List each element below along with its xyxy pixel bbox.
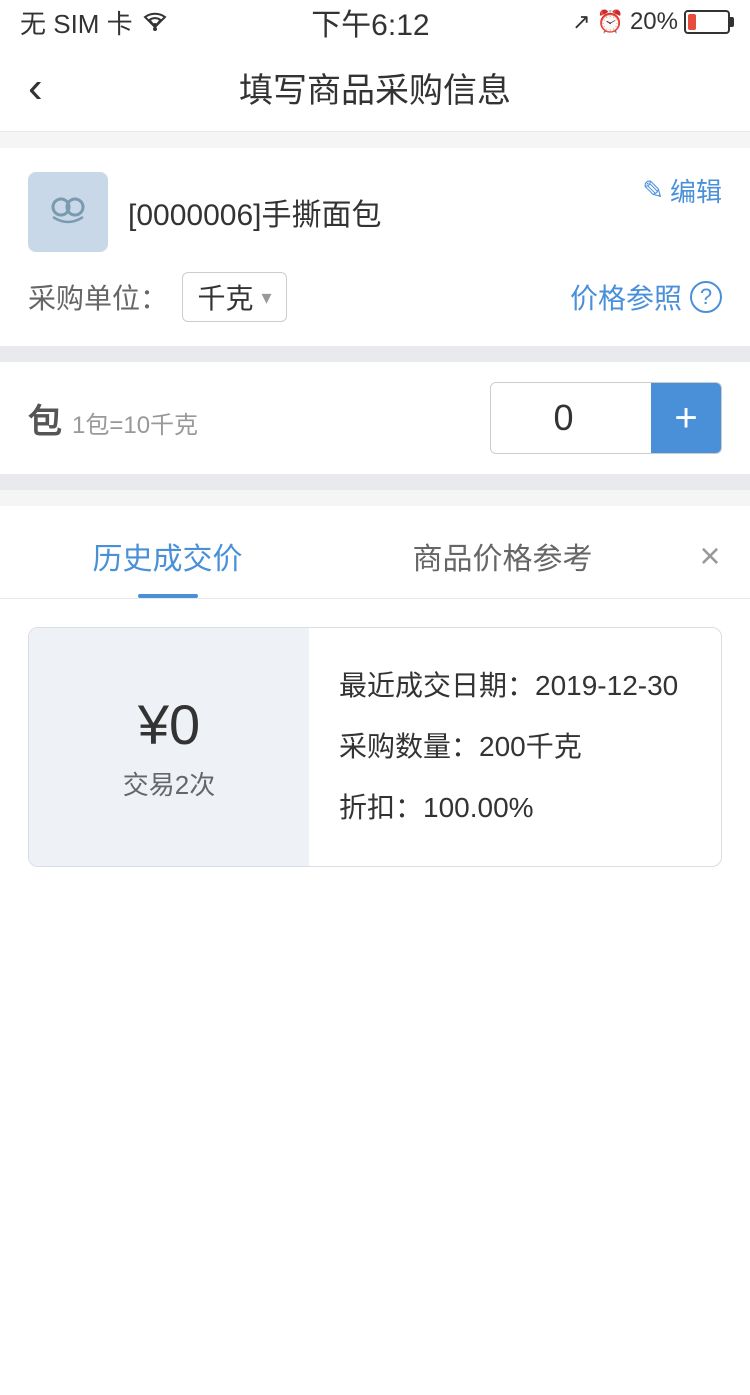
product-header: [0000006]手撕面包 ✎ 编辑 xyxy=(28,172,722,252)
price-ref-button[interactable]: 价格参照 ? xyxy=(570,277,722,317)
status-right: ↗ ⏰ 20% xyxy=(572,8,730,36)
quantity-row: 包 1包=10千克 + xyxy=(0,362,750,474)
price-card-right: 最近成交日期：2019-12-30 采购数量：200千克 折扣：100.00% xyxy=(309,628,721,866)
unit-select[interactable]: 千克 ▾ xyxy=(182,272,286,322)
price-detail-discount: 折扣：100.00% xyxy=(339,786,691,831)
status-time: 下午6:12 xyxy=(311,0,429,44)
quantity-input[interactable] xyxy=(491,383,651,453)
quantity-plus-button[interactable]: + xyxy=(651,383,721,453)
price-ref-label: 价格参照 xyxy=(570,277,682,317)
price-trades: 交易2次 xyxy=(123,765,215,802)
date-label: 最近成交日期： xyxy=(339,670,535,701)
tab-product-price-ref[interactable]: 商品价格参考 xyxy=(335,506,670,598)
plus-icon: + xyxy=(674,396,697,441)
close-icon: × xyxy=(699,535,720,576)
qty-label: 采购数量： xyxy=(339,731,479,762)
date-value: 2019-12-30 xyxy=(535,670,678,701)
battery-icon xyxy=(684,10,730,34)
edit-label: 编辑 xyxy=(670,172,722,209)
quantity-unit-main: 包 xyxy=(28,394,62,443)
tab-history-price[interactable]: 历史成交价 xyxy=(0,506,335,598)
sim-status: 无 SIM 卡 xyxy=(20,4,133,41)
tab-close-button[interactable]: × xyxy=(670,507,750,597)
tab-history-label: 历史成交价 xyxy=(93,543,243,576)
section-divider xyxy=(0,346,750,362)
nav-bar: ‹ 填写商品采购信息 xyxy=(0,44,750,132)
location-icon: ↗ xyxy=(572,9,590,35)
wifi-icon xyxy=(141,7,169,38)
alarm-icon: ⏰ xyxy=(597,9,624,35)
quantity-input-wrap: + xyxy=(490,382,722,454)
tabs-row: 历史成交价 商品价格参考 × xyxy=(0,506,750,599)
discount-label: 折扣： xyxy=(339,792,423,823)
price-detail-qty: 采购数量：200千克 xyxy=(339,725,691,770)
product-section: [0000006]手撕面包 ✎ 编辑 采购单位： 千克 ▾ 价格参照 ? xyxy=(0,148,750,346)
price-card: ¥0 交易2次 最近成交日期：2019-12-30 采购数量：200千克 折扣：… xyxy=(28,627,722,867)
product-sub: 采购单位： 千克 ▾ 价格参照 ? xyxy=(28,272,722,322)
bottom-area xyxy=(0,895,750,1395)
page-title: 填写商品采购信息 xyxy=(239,63,511,112)
price-card-left: ¥0 交易2次 xyxy=(29,628,309,866)
edit-button[interactable]: ✎ 编辑 xyxy=(642,172,722,209)
back-button[interactable]: ‹ xyxy=(28,63,43,113)
help-icon: ? xyxy=(690,281,722,313)
price-amount: ¥0 xyxy=(138,692,200,757)
price-detail-date: 最近成交日期：2019-12-30 xyxy=(339,664,691,709)
price-card-section: ¥0 交易2次 最近成交日期：2019-12-30 采购数量：200千克 折扣：… xyxy=(0,599,750,895)
qty-value: 200千克 xyxy=(479,731,582,762)
status-left: 无 SIM 卡 xyxy=(20,4,169,41)
product-logo xyxy=(28,172,108,252)
battery-percent: 20% xyxy=(630,8,678,36)
quantity-label: 包 1包=10千克 xyxy=(28,394,198,443)
quantity-unit-sub: 1包=10千克 xyxy=(72,405,198,440)
unit-value: 千克 xyxy=(197,277,253,317)
unit-arrow: ▾ xyxy=(261,285,271,310)
tab-product-label: 商品价格参考 xyxy=(413,543,593,576)
section-divider-2 xyxy=(0,474,750,490)
unit-row: 采购单位： 千克 ▾ xyxy=(28,272,287,322)
discount-value: 100.00% xyxy=(423,792,534,823)
currency-symbol: ¥ xyxy=(138,693,169,756)
unit-label: 采购单位： xyxy=(28,283,168,314)
price-value: 0 xyxy=(169,693,200,756)
status-bar: 无 SIM 卡 下午6:12 ↗ ⏰ 20% xyxy=(0,0,750,44)
product-left: [0000006]手撕面包 xyxy=(28,172,381,252)
product-name: [0000006]手撕面包 xyxy=(128,190,381,234)
edit-icon: ✎ xyxy=(642,175,664,206)
